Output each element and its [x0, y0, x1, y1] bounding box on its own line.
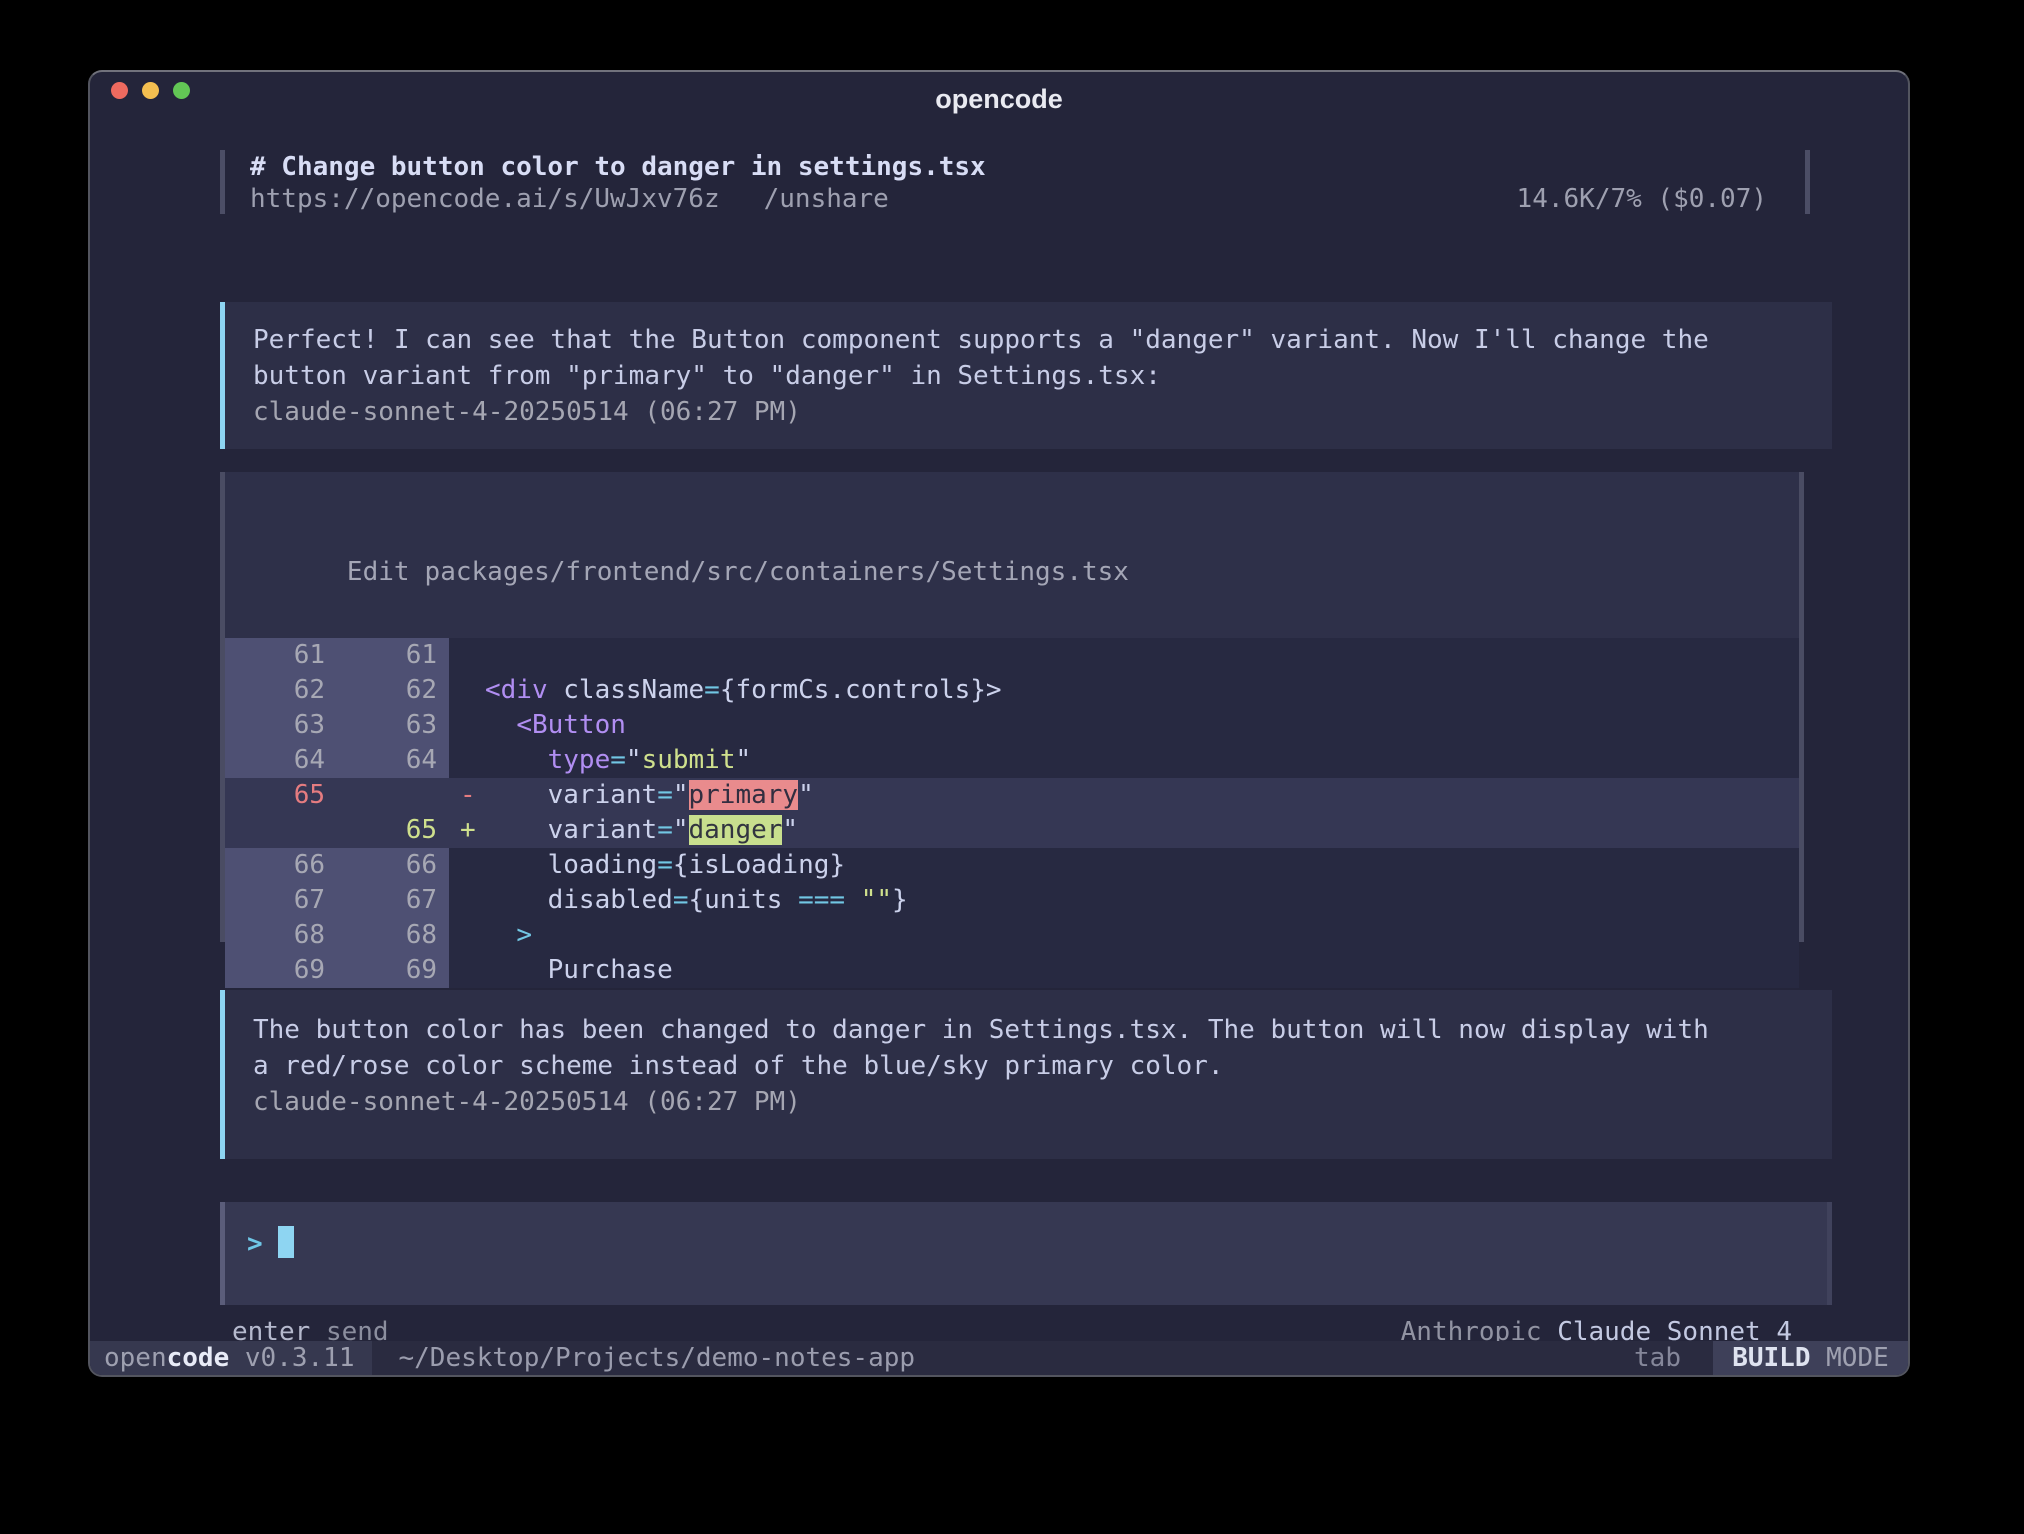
app-version: v0.3.11 [229, 1343, 354, 1373]
model-timestamp: claude-sonnet-4-20250514 (06:27 PM) [253, 1084, 1812, 1120]
mode-name: BUILD [1732, 1341, 1810, 1375]
prompt-chevron: > [247, 1229, 263, 1259]
text-cursor [278, 1226, 294, 1258]
message-text-line: Perfect! I can see that the Button compo… [253, 322, 1812, 358]
share-url-group: https://opencode.ai/s/UwJxv76z/unshare [250, 184, 889, 214]
tab-key-hint: tab [1634, 1341, 1681, 1375]
message-text-line: a red/rose color scheme instead of the b… [253, 1048, 1812, 1084]
app-name-suffix: code [167, 1343, 230, 1373]
edit-tool-title: Edit packages/frontend/src/containers/Set… [225, 527, 1799, 617]
model-timestamp: claude-sonnet-4-20250514 (06:27 PM) [253, 394, 1812, 430]
session-header: # Change button color to danger in setti… [220, 150, 1810, 214]
diff-row: 65+ variant="danger" [225, 813, 1799, 848]
titlebar: opencode [90, 72, 1908, 132]
edit-tool-card: Edit packages/frontend/src/containers/Set… [220, 472, 1804, 942]
session-title: # Change button color to danger in setti… [250, 152, 1767, 182]
app-version-segment: opencode v0.3.11 [90, 1341, 372, 1375]
header-left-border [220, 150, 225, 214]
diff-row: 6262<div className={formCs.controls}> [225, 673, 1799, 708]
edited-file-path: packages/frontend/src/containers/Setting… [425, 557, 1129, 587]
mode-suffix: MODE [1811, 1341, 1889, 1375]
app-name-prefix: open [104, 1343, 167, 1373]
diff-row: 6666 loading={isLoading} [225, 848, 1799, 883]
mode-indicator: BUILD MODE [1713, 1341, 1908, 1375]
diff-row: 6464 type="submit" [225, 743, 1799, 778]
diff-row: 6363 <Button [225, 708, 1799, 743]
window-title: opencode [90, 84, 1908, 115]
status-bar: opencode v0.3.11 ~/Desktop/Projects/demo… [90, 1341, 1908, 1375]
share-url-link[interactable]: https://opencode.ai/s/UwJxv76z [250, 184, 720, 214]
assistant-message: The button color has been changed to dan… [220, 990, 1832, 1159]
prompt-input[interactable]: > [220, 1202, 1832, 1305]
message-text-line: The button color has been changed to dan… [253, 1012, 1812, 1048]
context-usage: 14.6K/7% ($0.07) [1517, 184, 1767, 214]
unshare-command[interactable]: /unshare [764, 184, 889, 214]
message-text-line: button variant from "primary" to "danger… [253, 358, 1812, 394]
diff-table: 61616262<div className={formCs.controls}… [225, 638, 1799, 988]
working-directory: ~/Desktop/Projects/demo-notes-app [398, 1341, 915, 1375]
diff-row: 6969 Purchase [225, 953, 1799, 988]
header-right-border [1805, 150, 1810, 214]
tool-label: Edit [347, 557, 410, 587]
diff-row: 6767 disabled={units === ""} [225, 883, 1799, 918]
diff-row: 6868 > [225, 918, 1799, 953]
app-window: opencode # Change button color to danger… [88, 70, 1910, 1377]
diff-row: 65- variant="primary" [225, 778, 1799, 813]
diff-row: 6161 [225, 638, 1799, 673]
assistant-message: Perfect! I can see that the Button compo… [220, 302, 1832, 449]
